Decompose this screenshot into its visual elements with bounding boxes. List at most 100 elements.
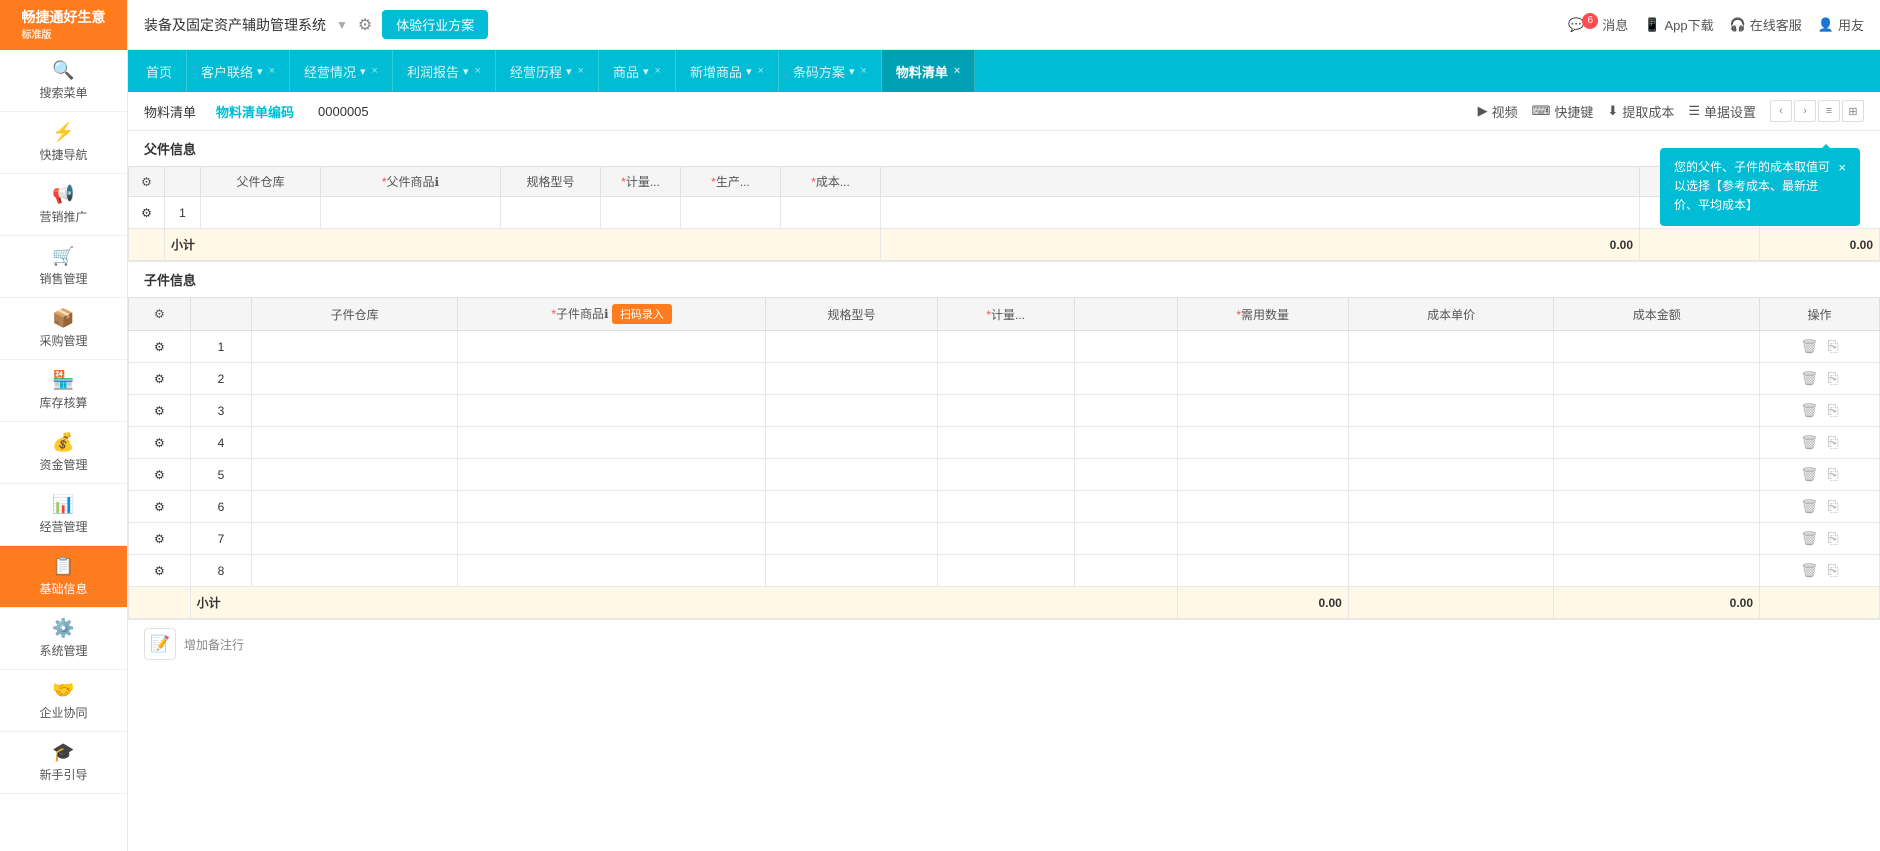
- message-button[interactable]: 💬 6 消息: [1568, 15, 1628, 34]
- child-row-warehouse[interactable]: [252, 555, 458, 587]
- tab-close-icon[interactable]: ×: [757, 65, 763, 77]
- sidebar-item-sales[interactable]: 🛒 销售管理: [0, 236, 127, 298]
- child-row-unit-price[interactable]: [1348, 459, 1554, 491]
- delete-icon[interactable]: 🗑: [1800, 530, 1818, 546]
- child-row-product[interactable]: [457, 363, 765, 395]
- child-row-qty[interactable]: [1177, 395, 1348, 427]
- sidebar-item-basic-info[interactable]: 📋 基础信息: [0, 546, 127, 608]
- sidebar-item-purchase[interactable]: 📦 采购管理: [0, 298, 127, 360]
- child-row-qty[interactable]: [1177, 459, 1348, 491]
- scan-button[interactable]: 扫码录入: [612, 304, 672, 324]
- user-button[interactable]: 👤 用友: [1818, 15, 1864, 34]
- parent-row-cost[interactable]: [781, 197, 881, 229]
- sidebar-item-finance[interactable]: 💰 资金管理: [0, 422, 127, 484]
- sidebar-item-search[interactable]: 🔍 搜索菜单: [0, 50, 127, 112]
- child-row-product[interactable]: [457, 555, 765, 587]
- child-row-warehouse[interactable]: [252, 491, 458, 523]
- system-dropdown-icon[interactable]: ▼: [336, 18, 348, 32]
- child-row-warehouse[interactable]: [252, 459, 458, 491]
- child-row-qty[interactable]: [1177, 523, 1348, 555]
- child-row-qty[interactable]: [1177, 363, 1348, 395]
- sidebar-item-marketing[interactable]: 📢 营销推广: [0, 174, 127, 236]
- child-row-unit[interactable]: [937, 555, 1074, 587]
- copy-icon[interactable]: ⎘: [1827, 402, 1838, 418]
- child-row-warehouse[interactable]: [252, 363, 458, 395]
- breadcrumb-bom[interactable]: 物料清单: [144, 102, 196, 121]
- parent-row-warehouse[interactable]: [201, 197, 321, 229]
- app-download-button[interactable]: 📱 App下载: [1644, 15, 1713, 34]
- child-row-unit-price[interactable]: [1348, 395, 1554, 427]
- tab-product[interactable]: 商品 ▾ ×: [599, 50, 676, 92]
- child-row-qty[interactable]: [1177, 331, 1348, 363]
- copy-icon[interactable]: ⎘: [1827, 530, 1838, 546]
- sidebar-item-operations[interactable]: 📊 经营管理: [0, 484, 127, 546]
- copy-icon[interactable]: ⎘: [1827, 370, 1838, 386]
- sidebar-item-inventory[interactable]: 🏪 库存核算: [0, 360, 127, 422]
- sidebar-item-guide[interactable]: 🎓 新手引导: [0, 732, 127, 794]
- parent-row-product[interactable]: [321, 197, 501, 229]
- experience-button[interactable]: 体验行业方案: [382, 10, 488, 39]
- delete-icon[interactable]: 🗑: [1800, 466, 1818, 482]
- tab-profit[interactable]: 利润报告 ▾ ×: [393, 50, 496, 92]
- delete-icon[interactable]: 🗑: [1800, 562, 1818, 578]
- child-row-warehouse[interactable]: [252, 395, 458, 427]
- child-row-product[interactable]: [457, 491, 765, 523]
- child-row-unit[interactable]: [937, 491, 1074, 523]
- parent-row-unit[interactable]: [601, 197, 681, 229]
- child-row-spec[interactable]: [766, 331, 937, 363]
- add-note-button[interactable]: 📝: [144, 628, 176, 660]
- tab-close-icon[interactable]: ×: [578, 65, 584, 77]
- copy-icon[interactable]: ⎘: [1827, 338, 1838, 354]
- child-row-unit-price[interactable]: [1348, 491, 1554, 523]
- child-row-qty[interactable]: [1177, 491, 1348, 523]
- child-row-spec[interactable]: [766, 555, 937, 587]
- tab-home[interactable]: 首页: [132, 50, 187, 92]
- single-settings-button[interactable]: ☰ 单据设置: [1688, 102, 1756, 121]
- child-row-spec[interactable]: [766, 523, 937, 555]
- online-service-button[interactable]: 🎧 在线客服: [1730, 15, 1802, 34]
- video-button[interactable]: ▶ 视频: [1478, 102, 1518, 121]
- child-row-product[interactable]: [457, 427, 765, 459]
- parent-row-spec[interactable]: [501, 197, 601, 229]
- tab-barcode[interactable]: 条码方案 ▾ ×: [779, 50, 882, 92]
- child-row-product[interactable]: [457, 523, 765, 555]
- child-row-unit[interactable]: [937, 427, 1074, 459]
- child-row-warehouse[interactable]: [252, 331, 458, 363]
- sidebar-item-enterprise[interactable]: 🤝 企业协同: [0, 670, 127, 732]
- tab-ops-flow[interactable]: 经营历程 ▾ ×: [496, 50, 599, 92]
- tab-new-product[interactable]: 新增商品 ▾ ×: [676, 50, 779, 92]
- hotkey-button[interactable]: ⌨ 快捷键: [1532, 102, 1594, 121]
- child-row-unit-price[interactable]: [1348, 555, 1554, 587]
- tab-close-icon[interactable]: ×: [475, 65, 481, 77]
- child-row-unit-price[interactable]: [1348, 523, 1554, 555]
- delete-icon[interactable]: 🗑: [1800, 338, 1818, 354]
- child-row-unit[interactable]: [937, 363, 1074, 395]
- copy-icon[interactable]: ⎘: [1827, 498, 1838, 514]
- child-row-unit[interactable]: [937, 395, 1074, 427]
- delete-icon[interactable]: 🗑: [1800, 402, 1818, 418]
- child-row-qty[interactable]: [1177, 427, 1348, 459]
- sidebar-item-system[interactable]: ⚙️ 系统管理: [0, 608, 127, 670]
- tab-bom[interactable]: 物料清单 ×: [882, 50, 975, 92]
- tab-close-icon[interactable]: ×: [954, 65, 960, 77]
- child-row-product[interactable]: [457, 459, 765, 491]
- extract-cost-button[interactable]: ⬇ 提取成本: [1607, 102, 1674, 121]
- child-row-product[interactable]: [457, 395, 765, 427]
- delete-icon[interactable]: 🗑: [1800, 370, 1818, 386]
- tab-operations[interactable]: 经营情况 ▾ ×: [290, 50, 393, 92]
- tooltip-close-icon[interactable]: ×: [1838, 158, 1846, 179]
- child-row-spec[interactable]: [766, 427, 937, 459]
- copy-icon[interactable]: ⎘: [1827, 562, 1838, 578]
- child-row-qty[interactable]: [1177, 555, 1348, 587]
- parent-row-produce[interactable]: [681, 197, 781, 229]
- child-row-spec[interactable]: [766, 395, 937, 427]
- child-row-unit[interactable]: [937, 459, 1074, 491]
- child-row-spec[interactable]: [766, 459, 937, 491]
- copy-icon[interactable]: ⎘: [1827, 434, 1838, 450]
- tab-close-icon[interactable]: ×: [269, 65, 275, 77]
- nav-close-button[interactable]: ⊞: [1842, 100, 1864, 122]
- copy-icon[interactable]: ⎘: [1827, 466, 1838, 482]
- child-row-unit-price[interactable]: [1348, 363, 1554, 395]
- tab-close-icon[interactable]: ×: [860, 65, 866, 77]
- child-row-unit[interactable]: [937, 523, 1074, 555]
